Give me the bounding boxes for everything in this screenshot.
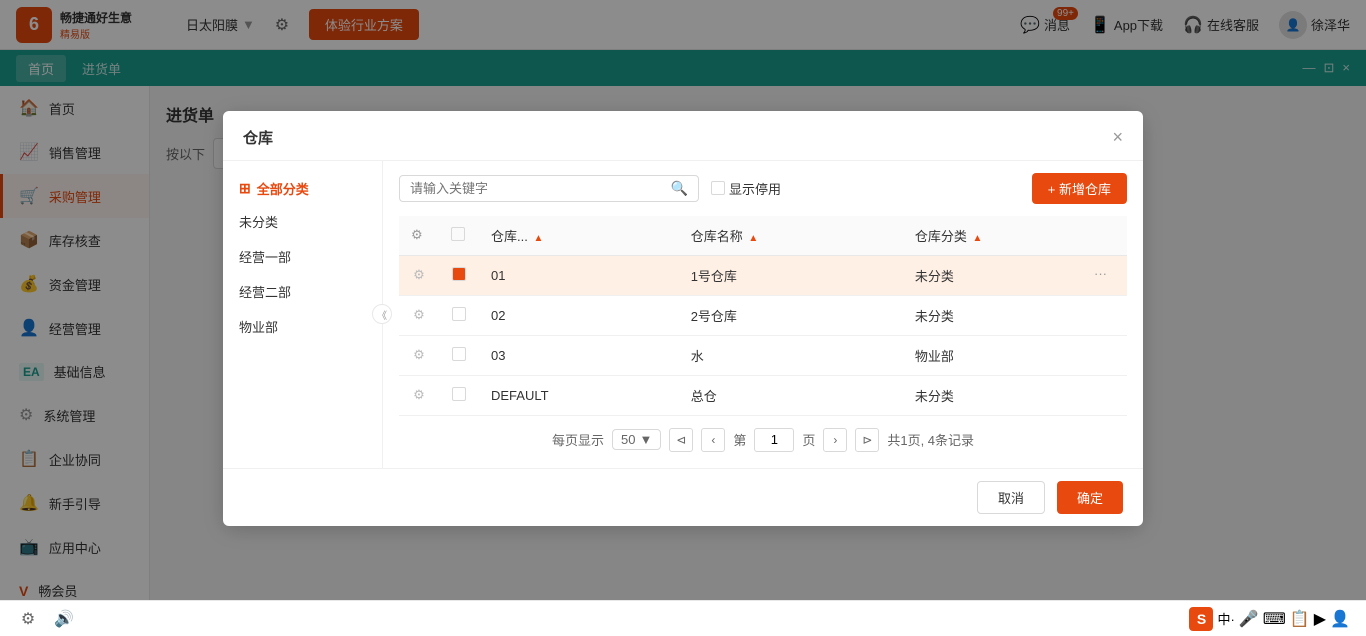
dropdown-icon: ▼: [639, 432, 652, 447]
volume-icon[interactable]: 🔊: [52, 607, 76, 631]
category-item-unclassified[interactable]: 未分类: [223, 204, 382, 239]
page-input[interactable]: [754, 428, 794, 452]
row-checkbox[interactable]: [439, 375, 479, 415]
category-panel: ⊞ 全部分类 未分类 经营一部 经营二部 物业部 《: [223, 161, 383, 468]
next-page-button[interactable]: ›: [823, 428, 847, 452]
table-container: ⚙ 仓库... ▲ 仓库名称 ▲: [399, 216, 1127, 416]
col-checkbox: [439, 216, 479, 256]
row-category: 未分类···: [903, 255, 1127, 295]
show-disabled-checkbox[interactable]: [711, 181, 725, 195]
row-gear: ⚙: [399, 335, 439, 375]
total-info: 共1页, 4条记录: [887, 430, 974, 449]
modal-title: 仓库: [243, 127, 273, 148]
cancel-button[interactable]: 取消: [977, 481, 1045, 514]
brand-s-icon: S: [1189, 607, 1213, 631]
brand-text: 中·: [1217, 609, 1234, 628]
modal-header: 仓库 ×: [223, 111, 1143, 161]
search-icon: 🔍: [671, 180, 688, 197]
table-row[interactable]: ⚙ 01 1号仓库 未分类···: [399, 255, 1127, 295]
row-name: 2号仓库: [679, 295, 903, 335]
user-bottom-icon[interactable]: 👤: [1330, 609, 1350, 629]
per-page-select[interactable]: 50 ▼: [612, 429, 661, 450]
show-disabled-toggle[interactable]: 显示停用: [711, 179, 781, 198]
search-box[interactable]: 🔍: [399, 175, 699, 202]
settings-bottom-icon[interactable]: ⚙: [16, 607, 40, 631]
col-code-header: 仓库... ▲: [479, 216, 679, 256]
col-category-header: 仓库分类 ▲: [903, 216, 1127, 256]
modal-body: ⊞ 全部分类 未分类 经营一部 经营二部 物业部 《 🔍: [223, 161, 1143, 468]
table-panel: 🔍 显示停用 + 新增仓库 ⚙: [383, 161, 1143, 468]
warehouse-table: ⚙ 仓库... ▲ 仓库名称 ▲: [399, 216, 1127, 416]
table-row[interactable]: ⚙ 02 2号仓库 未分类: [399, 295, 1127, 335]
col-name-header: 仓库名称 ▲: [679, 216, 903, 256]
table-toolbar: 🔍 显示停用 + 新增仓库: [399, 173, 1127, 204]
page-unit: 页: [802, 430, 815, 449]
sort-icon-2: ▲: [748, 233, 758, 244]
keyboard-icon[interactable]: ⌨: [1263, 609, 1286, 629]
modal-overlay: 仓库 × ⊞ 全部分类 未分类 经营一部 经营二部 物业部 《: [0, 0, 1366, 636]
clipboard-icon[interactable]: 📋: [1290, 609, 1310, 629]
category-all[interactable]: ⊞ 全部分类: [223, 173, 382, 204]
warehouse-modal: 仓库 × ⊞ 全部分类 未分类 经营一部 经营二部 物业部 《: [223, 111, 1143, 526]
search-input[interactable]: [410, 181, 665, 196]
row-gear: ⚙: [399, 295, 439, 335]
category-item-2[interactable]: 经营二部: [223, 274, 382, 309]
row-actions[interactable]: ···: [1094, 266, 1107, 281]
row-code: DEFAULT: [479, 375, 679, 415]
row-code: 02: [479, 295, 679, 335]
add-warehouse-button[interactable]: + 新增仓库: [1032, 173, 1127, 204]
row-category: 未分类: [903, 375, 1127, 415]
bottom-brand: S 中· 🎤 ⌨ 📋 ▶ 👤: [1189, 607, 1350, 631]
sort-icon: ▲: [533, 233, 543, 244]
row-name: 水: [679, 335, 903, 375]
grid-icon: ⊞: [239, 180, 251, 197]
table-row[interactable]: ⚙ DEFAULT 总仓 未分类: [399, 375, 1127, 415]
first-page-button[interactable]: ⊲: [669, 428, 693, 452]
row-category: 未分类: [903, 295, 1127, 335]
sort-icon-3: ▲: [972, 233, 982, 244]
bottom-bar: ⚙ 🔊 S 中· 🎤 ⌨ 📋 ▶ 👤: [0, 600, 1366, 636]
row-gear: ⚙: [399, 375, 439, 415]
pagination: 每页显示 50 ▼ ⊲ ‹ 第 页 › ⊳ 共1页, 4条记录: [399, 416, 1127, 456]
page-label: 第: [733, 430, 746, 449]
row-code: 01: [479, 255, 679, 295]
row-name: 1号仓库: [679, 255, 903, 295]
row-checkbox[interactable]: [439, 295, 479, 335]
category-item-3[interactable]: 物业部: [223, 309, 382, 344]
confirm-button[interactable]: 确定: [1057, 481, 1123, 514]
mic-icon[interactable]: 🎤: [1239, 609, 1259, 629]
row-checkbox[interactable]: [439, 255, 479, 295]
row-code: 03: [479, 335, 679, 375]
collapse-panel-button[interactable]: 《: [372, 304, 392, 324]
row-name: 总仓: [679, 375, 903, 415]
table-row[interactable]: ⚙ 03 水 物业部: [399, 335, 1127, 375]
prev-page-button[interactable]: ‹: [701, 428, 725, 452]
last-page-button[interactable]: ⊳: [855, 428, 879, 452]
row-checkbox[interactable]: [439, 335, 479, 375]
play-icon[interactable]: ▶: [1314, 609, 1326, 629]
category-item-1[interactable]: 经营一部: [223, 239, 382, 274]
row-category: 物业部: [903, 335, 1127, 375]
col-gear: ⚙: [399, 216, 439, 256]
row-gear: ⚙: [399, 255, 439, 295]
modal-close-button[interactable]: ×: [1112, 127, 1123, 148]
modal-footer: 取消 确定: [223, 468, 1143, 526]
